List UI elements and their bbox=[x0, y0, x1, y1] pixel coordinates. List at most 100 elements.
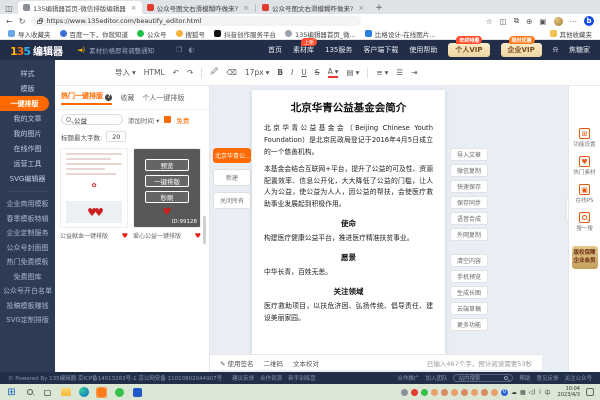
favorite-heart-icon[interactable]: ♥ bbox=[122, 232, 128, 240]
nav-135-services[interactable]: 135服务 bbox=[325, 45, 352, 55]
doc-tab-new[interactable]: 新建 bbox=[213, 169, 251, 186]
bookmark-item[interactable]: 搜狐号 bbox=[175, 29, 205, 39]
browser-avatar[interactable] bbox=[553, 16, 563, 26]
refresh-icon[interactable]: ↻ bbox=[19, 17, 26, 26]
tray-teams-icon[interactable]: ▦ bbox=[520, 389, 526, 396]
underline-button[interactable]: U bbox=[301, 68, 307, 77]
app-logo[interactable]: 135 编辑器 bbox=[10, 43, 63, 58]
font-size-select[interactable]: 17px ▾ bbox=[245, 68, 270, 77]
tray-volume-icon[interactable]: ◁) bbox=[529, 389, 536, 396]
bold-button[interactable]: B bbox=[277, 68, 283, 77]
collections-icon[interactable]: ⧉ bbox=[514, 16, 519, 26]
html-button[interactable]: HTML bbox=[144, 68, 165, 77]
sidebar-item-operation-tools[interactable]: 运营工具 bbox=[0, 156, 55, 171]
sidebar-promo-item[interactable]: 企业商用模板 bbox=[0, 197, 55, 212]
tray-icon[interactable] bbox=[400, 388, 408, 396]
tray-icon[interactable] bbox=[490, 388, 498, 396]
rail-online-ps[interactable]: ▣ 在线PS bbox=[576, 184, 593, 204]
active-app-icon[interactable] bbox=[96, 386, 107, 398]
expand-icon[interactable]: ❐ bbox=[176, 46, 182, 54]
highlight-button[interactable]: ▤ ▾ bbox=[346, 68, 359, 77]
wechat-icon[interactable] bbox=[114, 387, 125, 398]
enterprise-member-badge[interactable]: 版权保障 企业会员 bbox=[571, 246, 598, 269]
tray-network-icon[interactable]: ⌇ bbox=[539, 389, 542, 396]
bookmark-item[interactable]: 抖音创作服务平台 bbox=[214, 29, 276, 39]
external-copy-button[interactable]: 外网复制 bbox=[450, 228, 488, 241]
nav-home[interactable]: 首页 bbox=[268, 45, 282, 55]
sidebar-item-my-articles[interactable]: 我的文章 bbox=[0, 111, 55, 126]
browser-tab-3[interactable]: 公众号图文右滑模糊咋做来? × bbox=[257, 1, 369, 14]
signature-toggle[interactable]: ✎ 使用签名 bbox=[220, 358, 254, 368]
redo-icon[interactable]: ↷ bbox=[187, 68, 193, 77]
indent-button[interactable]: ⇥ bbox=[411, 68, 417, 77]
favorite-heart-icon[interactable]: ♥ bbox=[195, 232, 201, 240]
tab-close-icon[interactable]: × bbox=[241, 4, 249, 12]
sidebar-item-online-drawing[interactable]: 在线作图 bbox=[0, 141, 55, 156]
favorite-icon[interactable]: ☆ bbox=[486, 17, 493, 26]
preview-button[interactable]: 预览 bbox=[145, 158, 189, 171]
save-sync-button[interactable]: 保存同步 bbox=[450, 196, 488, 209]
tray-icon[interactable] bbox=[480, 388, 488, 396]
format-painter-icon[interactable]: 🖉 bbox=[210, 66, 218, 79]
personal-vip-button[interactable]: 年终特惠 个人VIP bbox=[448, 36, 490, 57]
rail-feature-settings[interactable]: ⊞ 功能设置 bbox=[573, 128, 596, 148]
sidebar-promo-item[interactable]: SVG定制排版 bbox=[0, 313, 55, 328]
quick-save-button[interactable]: 快速保存 bbox=[450, 180, 488, 193]
more-features-button[interactable]: 更多功能 bbox=[450, 318, 488, 331]
bell-icon[interactable]: ⍾ bbox=[553, 45, 558, 55]
split-screen-icon[interactable]: ◫ bbox=[500, 17, 507, 26]
more-menu-icon[interactable]: ⋯ bbox=[570, 17, 578, 26]
task-view-icon[interactable]: ▢ bbox=[42, 387, 53, 398]
sidebar-promo-item[interactable]: 公众号封面图 bbox=[0, 241, 55, 256]
import-button[interactable]: 导入 ▾ bbox=[115, 67, 136, 78]
template-card-blood-donation[interactable]: ✿ ♥♥ bbox=[60, 148, 128, 228]
footer-link-feedback[interactable]: 建议反馈 bbox=[232, 374, 254, 382]
qrcode-option[interactable]: 二维码 bbox=[264, 358, 284, 368]
sidebar-item-svg-editor[interactable]: SVG编辑器 bbox=[0, 171, 55, 186]
align-button[interactable]: ≡ ▾ bbox=[376, 68, 388, 77]
back-icon[interactable]: ← bbox=[6, 17, 13, 26]
bookmark-item[interactable]: 比格设计-在线图片... bbox=[364, 29, 435, 39]
tray-icon[interactable] bbox=[470, 388, 478, 396]
browser-profile-icon[interactable]: ◫ bbox=[0, 2, 18, 14]
url-field[interactable]: https://www.135editor.com/beautify_edito… bbox=[31, 16, 362, 26]
bookmark-item[interactable]: 导入收藏夹 bbox=[8, 29, 51, 39]
tray-icon[interactable] bbox=[460, 388, 468, 396]
other-favorites[interactable]: 其他收藏夹 bbox=[549, 29, 592, 39]
tab-favorites[interactable]: 收藏 bbox=[120, 93, 134, 103]
tray-wechat-icon[interactable] bbox=[420, 388, 428, 396]
bing-copilot-icon[interactable]: b bbox=[584, 16, 594, 26]
taskbar-search-icon[interactable] bbox=[24, 387, 35, 398]
sidebar-item-one-key-layout[interactable]: 一键排版 bbox=[0, 96, 49, 111]
font-color-button[interactable]: A ▾ bbox=[327, 67, 339, 78]
sidebar-promo-item[interactable]: 投稿模板赚钱 bbox=[0, 299, 55, 314]
free-checkbox[interactable] bbox=[164, 116, 172, 123]
one-key-layout-button[interactable]: 一键排版 bbox=[145, 174, 189, 187]
sidebar-item-styles[interactable]: 样式 bbox=[0, 66, 55, 81]
file-explorer-icon[interactable] bbox=[60, 387, 71, 398]
proofread-option[interactable]: 文本校对 bbox=[293, 358, 319, 368]
tray-icon[interactable] bbox=[450, 388, 458, 396]
tts-button[interactable]: 语音合成 bbox=[450, 212, 488, 225]
sidebar-promo-item[interactable]: 热门免费模板 bbox=[0, 255, 55, 270]
tab-personal-one-key[interactable]: 个人一键排版 bbox=[142, 93, 184, 103]
extensions-icon[interactable]: ⊕ bbox=[526, 17, 532, 26]
tray-icon[interactable] bbox=[440, 388, 448, 396]
tray-icon[interactable] bbox=[430, 388, 438, 396]
tab-close-icon[interactable]: × bbox=[129, 4, 137, 12]
office-app-icon[interactable] bbox=[132, 387, 143, 398]
tray-onedrive-icon[interactable]: ☁ bbox=[511, 389, 517, 396]
phone-preview-button[interactable]: 手机预览 bbox=[450, 270, 488, 283]
bookmark-item[interactable]: 135编辑器首页_微... bbox=[285, 29, 356, 39]
list-button[interactable]: ☰ bbox=[396, 68, 403, 77]
footer-link-cooperation[interactable]: 合作推广 bbox=[397, 374, 419, 382]
undo-icon[interactable]: ↶ bbox=[173, 68, 179, 77]
doc-tab-current[interactable]: 北京华青公... bbox=[213, 148, 251, 163]
rail-search[interactable]: 搜一搜 bbox=[576, 212, 593, 232]
wechat-copy-button[interactable]: 微信复制 bbox=[450, 164, 488, 177]
site-search[interactable]: 站内搜索 bbox=[453, 374, 514, 382]
instant-apply-button[interactable]: 秒刷 bbox=[145, 190, 189, 203]
sidebar-promo-item[interactable]: 企业定制服务 bbox=[0, 226, 55, 241]
sidebar-promo-item[interactable]: 春季模板特辑 bbox=[0, 212, 55, 227]
footer-link-resources[interactable]: 合作资源 bbox=[260, 374, 282, 382]
